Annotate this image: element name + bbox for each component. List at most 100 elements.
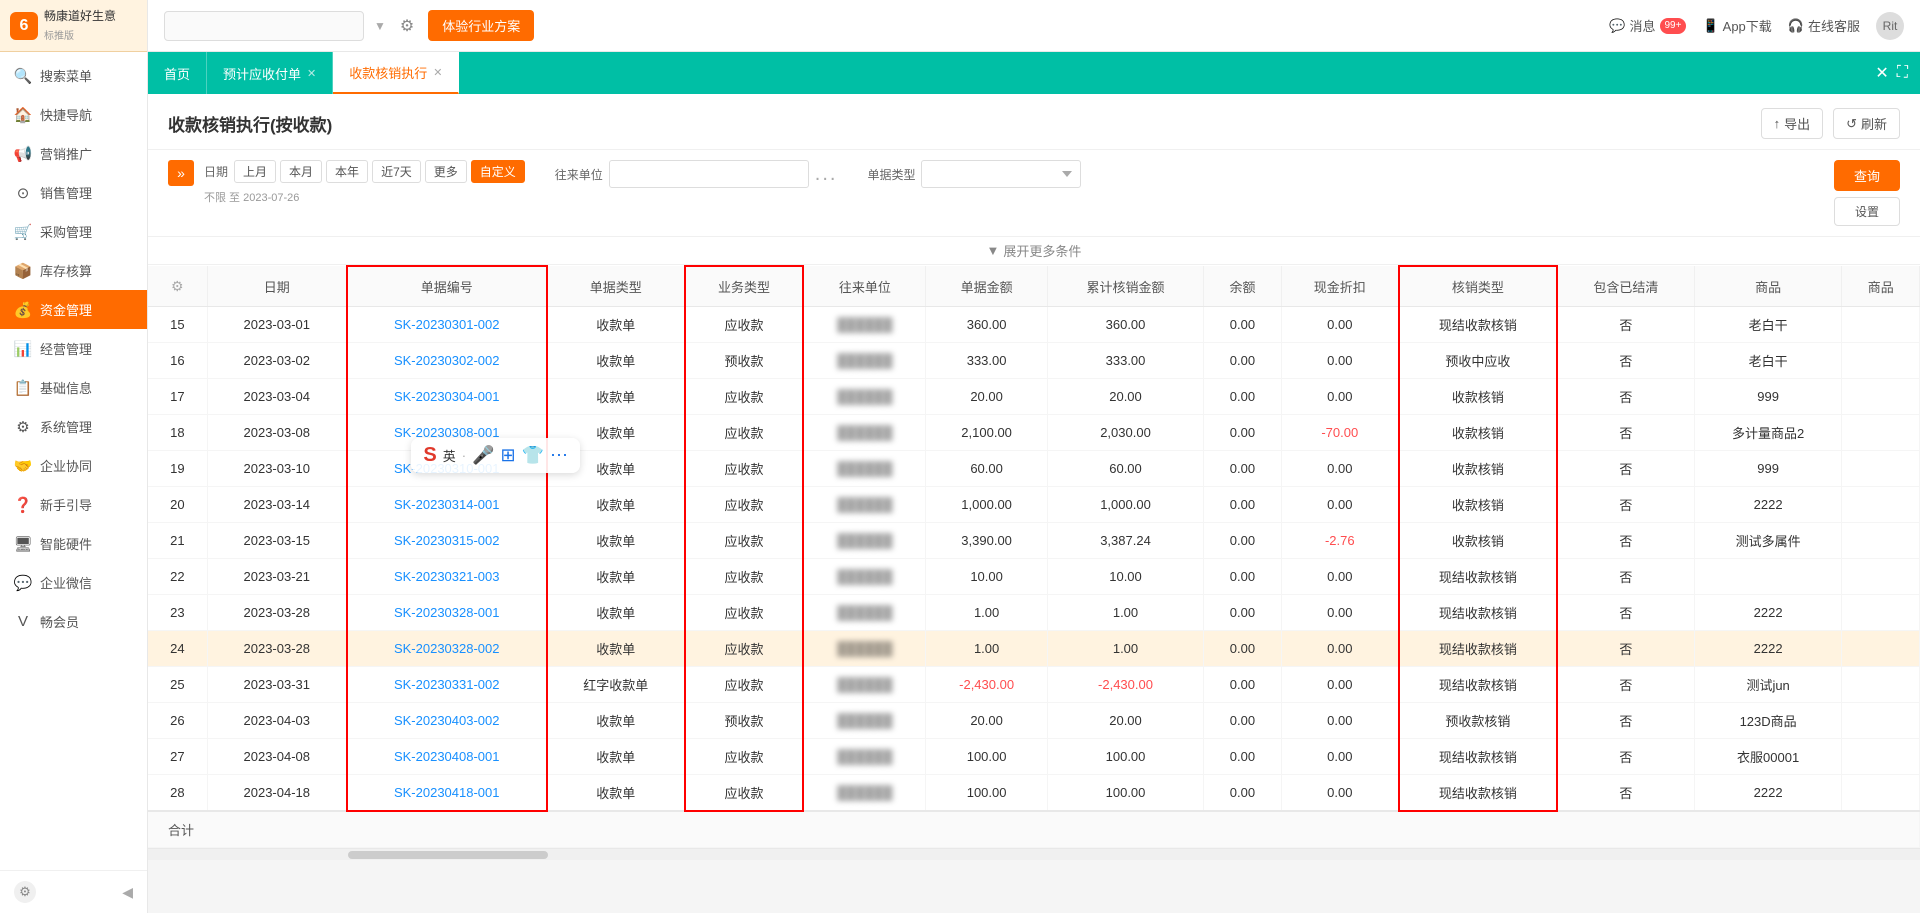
cell-goods2-16 <box>1842 343 1920 379</box>
sidebar-item-search[interactable]: 🔍 搜索菜单 <box>0 56 147 95</box>
sogou-more-icon[interactable]: ⋯ <box>550 445 568 466</box>
search-input[interactable] <box>173 19 355 33</box>
sidebar-item-corp[interactable]: 🤝 企业协同 <box>0 446 147 485</box>
table-row: 17 2023-03-04 SK-20230304-001 收款单 应收款 ██… <box>148 379 1920 415</box>
horizontal-scrollbar[interactable] <box>148 848 1920 860</box>
tab-home[interactable]: 首页 <box>148 52 207 94</box>
tab-expand-icon[interactable]: ⛶ <box>1897 64 1908 82</box>
nav-icon-hardware: 🖥 <box>14 535 32 553</box>
cell-goods-22 <box>1694 559 1842 595</box>
tab-pre-sales[interactable]: 预计应收付单✕ <box>207 52 333 94</box>
export-button[interactable]: ↑ 导出 <box>1761 108 1824 139</box>
cell-amount-15: 360.00 <box>926 307 1047 343</box>
sidebar-item-purchase[interactable]: 🛒 采购管理 <box>0 212 147 251</box>
doc-no-link-27[interactable]: SK-20230408-001 <box>394 749 500 764</box>
sidebar-item-sales[interactable]: ⊙ 销售管理 <box>0 173 147 212</box>
col-settings[interactable]: ⚙ <box>148 266 207 307</box>
last-month-btn[interactable]: 上月 <box>234 160 276 183</box>
sogou-shirt-icon[interactable]: 👕 <box>522 445 544 466</box>
cell-accum-cancel-17: 20.00 <box>1047 379 1203 415</box>
col-balance: 余额 <box>1204 266 1281 307</box>
filter-toggle-button[interactable]: » <box>168 160 194 186</box>
cell-cancel-type-27: 现结收款核销 <box>1399 739 1557 775</box>
cell-id-18: 18 <box>148 415 207 451</box>
settings-gear-icon[interactable]: ⚙ <box>400 16 414 36</box>
tab-close-all-icon[interactable]: ✕ <box>1875 63 1888 83</box>
tab-receipt-exec[interactable]: 收款核销执行✕ <box>333 52 459 94</box>
sidebar-item-base[interactable]: 📋 基础信息 <box>0 368 147 407</box>
sidebar-item-marketing[interactable]: 📢 营销推广 <box>0 134 147 173</box>
col-cash-discount: 现金折扣 <box>1281 266 1399 307</box>
sogou-grid-icon[interactable]: ⊞ <box>500 445 515 466</box>
sidebar-item-inventory[interactable]: 📦 库存核算 <box>0 251 147 290</box>
sidebar-item-wechat[interactable]: 💬 企业微信 <box>0 563 147 602</box>
nav-icon-corp: 🤝 <box>14 457 32 475</box>
app-download[interactable]: 📱 App下载 <box>1702 16 1771 35</box>
sogou-mic-icon[interactable]: 🎤 <box>472 445 494 466</box>
tab-close-pre-sales[interactable]: ✕ <box>307 67 316 80</box>
online-service[interactable]: 🎧 在线客服 <box>1788 16 1860 35</box>
expand-more-bar[interactable]: ▼ 展开更多条件 <box>148 237 1920 265</box>
last-7-days-btn[interactable]: 近7天 <box>372 160 421 183</box>
industry-solution-button[interactable]: 体验行业方案 <box>428 10 534 41</box>
cell-date-22: 2023-03-21 <box>207 559 347 595</box>
expand-icon: ▼ <box>987 243 1000 258</box>
message-notification[interactable]: 💬 消息 99+ <box>1609 16 1686 35</box>
cell-partner-19: ██████ <box>803 451 926 487</box>
cell-date-17: 2023-03-04 <box>207 379 347 415</box>
user-avatar[interactable]: Rit <box>1876 12 1904 40</box>
partner-dots-icon[interactable]: ... <box>815 163 838 186</box>
doc-no-link-20[interactable]: SK-20230314-001 <box>394 497 500 512</box>
sidebar-item-finance[interactable]: 💰 资金管理 <box>0 290 147 329</box>
this-year-btn[interactable]: 本年 <box>326 160 368 183</box>
date-range-display: 不限 至 2023-07-26 <box>204 189 525 205</box>
doc-no-link-25[interactable]: SK-20230331-002 <box>394 677 500 692</box>
scrollbar-thumb[interactable] <box>348 851 548 859</box>
doc-no-link-15[interactable]: SK-20230301-002 <box>394 317 500 332</box>
cell-amount-27: 100.00 <box>926 739 1047 775</box>
doc-no-link-28[interactable]: SK-20230418-001 <box>394 785 500 800</box>
doc-no-link-23[interactable]: SK-20230328-001 <box>394 605 500 620</box>
cell-date-26: 2023-04-03 <box>207 703 347 739</box>
cell-biz-type-18: 应收款 <box>685 415 803 451</box>
custom-date-btn[interactable]: 自定义 <box>471 160 525 183</box>
more-date-btn[interactable]: 更多 <box>425 160 467 183</box>
cell-doc-no-25: SK-20230331-002 <box>347 667 547 703</box>
this-month-btn[interactable]: 本月 <box>280 160 322 183</box>
sidebar-item-quick-nav[interactable]: 🏠 快捷导航 <box>0 95 147 134</box>
doc-no-link-17[interactable]: SK-20230304-001 <box>394 389 500 404</box>
sidebar-item-system[interactable]: ⚙ 系统管理 <box>0 407 147 446</box>
nav-icon-ops: 📊 <box>14 340 32 358</box>
col-doc-no: 单据编号 <box>347 266 547 307</box>
cell-doc-type-15: 收款单 <box>547 307 685 343</box>
filter-settings-button[interactable]: 设置 <box>1834 197 1900 226</box>
doc-no-link-21[interactable]: SK-20230315-002 <box>394 533 500 548</box>
search-dropdown-icon[interactable]: ▼ <box>374 19 386 33</box>
cell-balance-24: 0.00 <box>1204 631 1281 667</box>
nav-label-system: 系统管理 <box>40 417 92 436</box>
doc-no-link-26[interactable]: SK-20230403-002 <box>394 713 500 728</box>
sidebar-item-member[interactable]: V 畅会员 <box>0 602 147 641</box>
cell-doc-type-17: 收款单 <box>547 379 685 415</box>
col-partner: 往来单位 <box>803 266 926 307</box>
doc-no-link-22[interactable]: SK-20230321-003 <box>394 569 500 584</box>
doc-no-link-24[interactable]: SK-20230328-002 <box>394 641 500 656</box>
doc-no-link-16[interactable]: SK-20230302-002 <box>394 353 500 368</box>
sidebar-item-ops[interactable]: 📊 经营管理 <box>0 329 147 368</box>
topbar-search-box[interactable] <box>164 11 364 41</box>
page-header-actions: ↑ 导出 ↺ 刷新 <box>1761 108 1900 139</box>
tab-close-receipt-exec[interactable]: ✕ <box>433 66 442 79</box>
col-amount: 单据金额 <box>926 266 1047 307</box>
query-button[interactable]: 查询 <box>1834 160 1900 191</box>
cell-amount-17: 20.00 <box>926 379 1047 415</box>
refresh-button[interactable]: ↺ 刷新 <box>1833 108 1900 139</box>
cell-accum-cancel-22: 10.00 <box>1047 559 1203 595</box>
sogou-text: 英 <box>443 446 456 465</box>
sidebar-item-guide[interactable]: ❓ 新手引导 <box>0 485 147 524</box>
voucher-type-label: 单据类型 <box>867 166 915 183</box>
partner-filter-input[interactable] <box>609 160 809 188</box>
collapse-icon[interactable]: ◀ <box>122 884 133 901</box>
settings-icon[interactable]: ⚙ <box>14 881 36 903</box>
sidebar-item-hardware[interactable]: 🖥 智能硬件 <box>0 524 147 563</box>
voucher-type-select[interactable] <box>921 160 1081 188</box>
